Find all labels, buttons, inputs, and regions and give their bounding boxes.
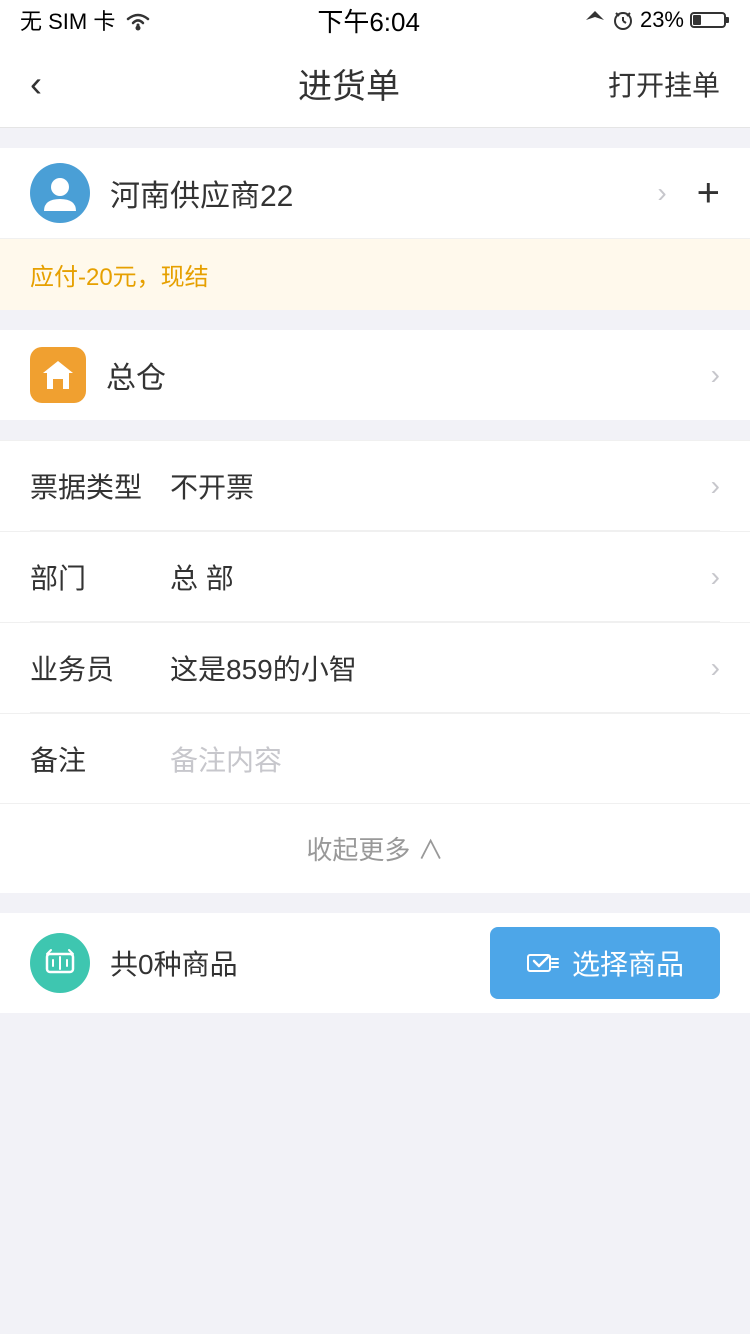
- supplier-section: 河南供应商22 › + 应付-20元，现结: [0, 148, 750, 310]
- department-label: 部门: [30, 557, 150, 597]
- back-button[interactable]: ‹: [30, 63, 90, 105]
- invoice-chevron-icon[interactable]: ›: [711, 470, 720, 502]
- products-count: 共0种商品: [110, 943, 238, 983]
- remark-input[interactable]: 备注内容: [150, 739, 720, 779]
- supplier-chevron-icon[interactable]: ›: [657, 177, 666, 209]
- supplier-row[interactable]: 河南供应商22 › +: [0, 148, 750, 238]
- products-icon: [30, 933, 90, 993]
- warehouse-section: 总仓 ›: [0, 330, 750, 420]
- department-chevron-icon[interactable]: ›: [711, 561, 720, 593]
- warehouse-chevron-icon[interactable]: ›: [711, 359, 720, 391]
- products-bar: 共0种商品 选择商品: [0, 913, 750, 1013]
- status-left: 无 SIM 卡: [20, 4, 153, 36]
- warehouse-row[interactable]: 总仓 ›: [0, 330, 750, 420]
- department-value: 总 部: [150, 557, 711, 597]
- location-icon: [584, 9, 606, 31]
- page-title: 进货单: [298, 59, 400, 108]
- nav-bar: ‹ 进货单 打开挂单: [0, 40, 750, 128]
- salesperson-value: 这是859的小智: [150, 648, 711, 688]
- supplier-name: 河南供应商22: [110, 171, 657, 215]
- products-left: 共0种商品: [30, 933, 238, 993]
- wifi-icon: [123, 9, 153, 31]
- person-icon: [40, 173, 80, 213]
- battery-text: 23%: [640, 7, 684, 33]
- invoice-label: 票据类型: [30, 466, 150, 506]
- notice-banner: 应付-20元，现结: [0, 238, 750, 310]
- open-pending-button[interactable]: 打开挂单: [608, 64, 720, 104]
- invoice-value: 不开票: [150, 466, 711, 506]
- invoice-row[interactable]: 票据类型 不开票 ›: [0, 440, 750, 530]
- status-time: 下午6:04: [317, 2, 420, 39]
- house-icon: [41, 359, 75, 391]
- remark-label: 备注: [30, 739, 150, 779]
- add-button[interactable]: +: [697, 171, 720, 216]
- salesperson-row[interactable]: 业务员 这是859的小智 ›: [0, 622, 750, 712]
- select-products-label: 选择商品: [572, 943, 684, 983]
- notice-text: 应付-20元，现结: [30, 264, 209, 291]
- alarm-icon: [612, 9, 634, 31]
- salesperson-label: 业务员: [30, 648, 150, 688]
- salesperson-chevron-icon[interactable]: ›: [711, 652, 720, 684]
- supplier-right-actions: › +: [657, 171, 720, 216]
- signal-text: 无 SIM 卡: [20, 4, 115, 36]
- select-cart-icon: [526, 949, 560, 977]
- collapse-button[interactable]: 收起更多 ∧: [306, 830, 443, 867]
- warehouse-icon: [30, 347, 86, 403]
- gap-1: [0, 128, 750, 148]
- form-section: 票据类型 不开票 › 部门 总 部 › 业务员 这是859的小智 › 备注 备注…: [0, 440, 750, 893]
- department-row[interactable]: 部门 总 部 ›: [0, 531, 750, 621]
- supplier-avatar: [30, 163, 90, 223]
- gap-2: [0, 310, 750, 330]
- warehouse-name: 总仓: [106, 353, 711, 397]
- cart-icon: [43, 946, 77, 980]
- select-products-button[interactable]: 选择商品: [490, 927, 720, 999]
- remark-row[interactable]: 备注 备注内容: [0, 713, 750, 803]
- status-bar: 无 SIM 卡 下午6:04 23%: [0, 0, 750, 40]
- status-right: 23%: [584, 7, 730, 33]
- gap-3: [0, 420, 750, 440]
- collapse-row: 收起更多 ∧: [0, 803, 750, 893]
- battery-icon: [690, 9, 730, 31]
